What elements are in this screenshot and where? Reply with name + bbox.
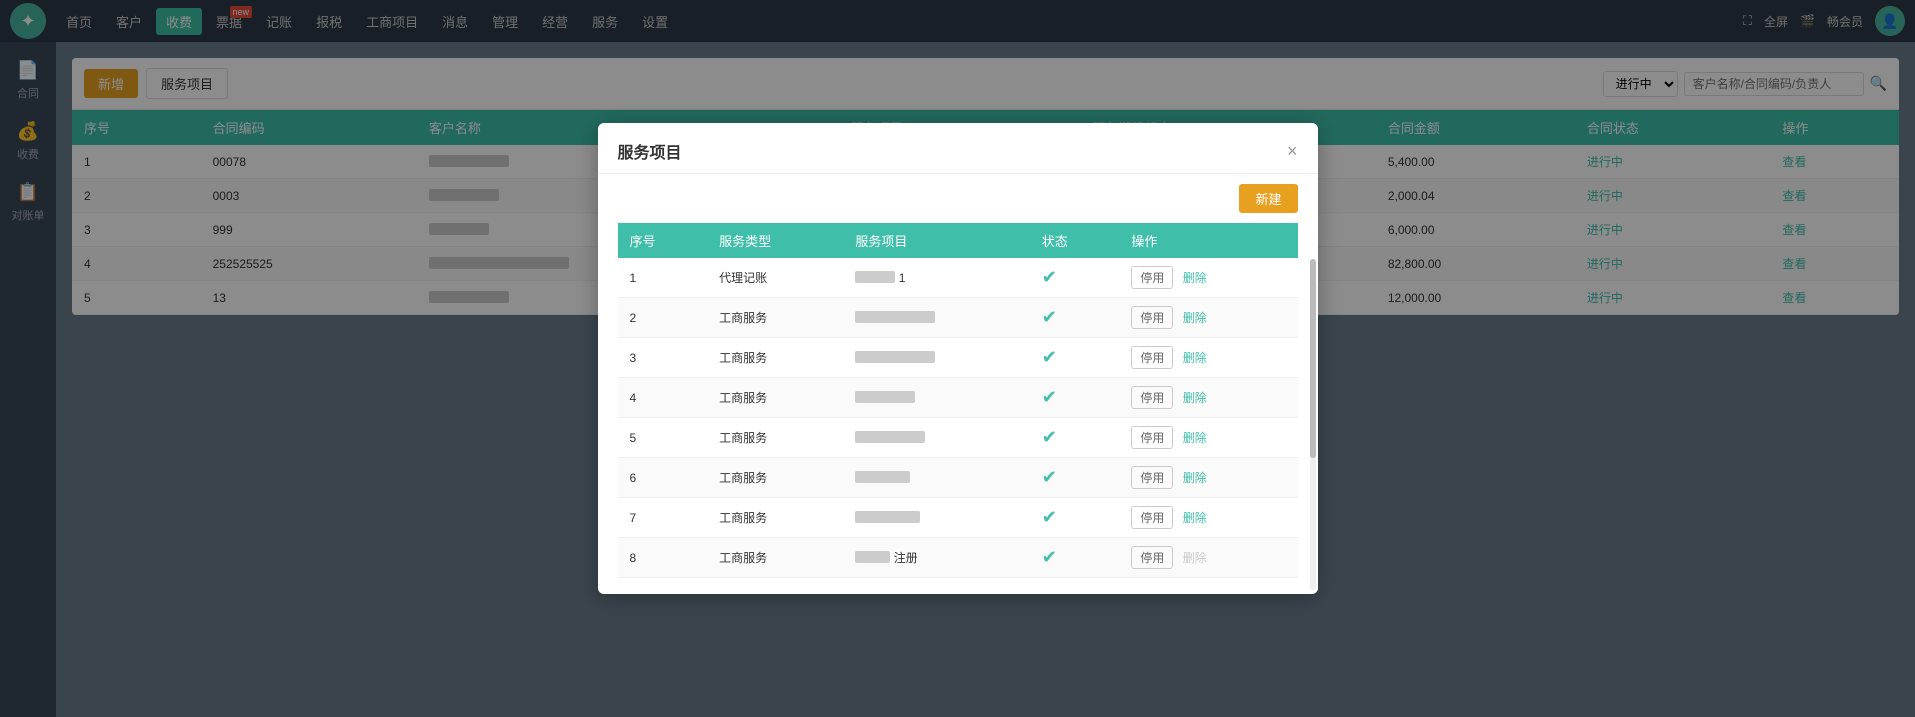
modal-cell-seq: 7 xyxy=(618,498,708,538)
modal-cell-type: 工商服务 xyxy=(707,298,843,338)
modal-cell-type: 工商服务 xyxy=(707,538,843,578)
modal-col-item: 服务项目 xyxy=(843,223,1029,258)
stop-button[interactable]: 停用 xyxy=(1131,266,1173,289)
service-items-modal: 服务项目 × 新建 序号 服务类型 服务项目 状态 xyxy=(598,123,1318,594)
modal-cell-status: ✔ xyxy=(1030,458,1120,498)
modal-col-action: 操作 xyxy=(1119,223,1297,258)
modal-cell-type: 工商服务 xyxy=(707,418,843,458)
modal-cell-action: 停用 删除 xyxy=(1119,458,1297,498)
modal-cell-seq: 2 xyxy=(618,298,708,338)
delete-button[interactable]: 删除 xyxy=(1183,349,1207,366)
modal-table-row: 6 工商服务 ✔ 停用 删除 xyxy=(618,458,1298,498)
modal-cell-item xyxy=(843,418,1029,458)
modal-cell-action: 停用 删除 xyxy=(1119,338,1297,378)
modal-overlay[interactable]: 服务项目 × 新建 序号 服务类型 服务项目 状态 xyxy=(56,42,1915,717)
modal-cell-seq: 1 xyxy=(618,258,708,298)
modal-cell-type: 工商服务 xyxy=(707,458,843,498)
main-layout: 📄 合同 💰 收费 📋 对账单 新增 服务项目 进行中 已完成 已终止 xyxy=(0,42,1915,717)
modal-cell-status: ✔ xyxy=(1030,418,1120,458)
modal-cell-item xyxy=(843,458,1029,498)
modal-col-type: 服务类型 xyxy=(707,223,843,258)
delete-button[interactable]: 删除 xyxy=(1183,469,1207,486)
modal-cell-item xyxy=(843,298,1029,338)
modal-cell-type: 代理记账 xyxy=(707,258,843,298)
stop-button[interactable]: 停用 xyxy=(1131,426,1173,449)
delete-button[interactable]: 删除 xyxy=(1183,269,1207,286)
modal-cell-item: 注册 xyxy=(843,538,1029,578)
modal-cell-seq: 4 xyxy=(618,378,708,418)
modal-table-row: 3 工商服务 ✔ 停用 删除 xyxy=(618,338,1298,378)
modal-close-button[interactable]: × xyxy=(1287,142,1298,160)
modal-cell-item xyxy=(843,498,1029,538)
modal-cell-action: 停用 删除 xyxy=(1119,498,1297,538)
modal-cell-item: 1 xyxy=(843,258,1029,298)
stop-button[interactable]: 停用 xyxy=(1131,506,1173,529)
modal-cell-status: ✔ xyxy=(1030,338,1120,378)
modal-cell-status: ✔ xyxy=(1030,498,1120,538)
modal-cell-action: 停用 删除 xyxy=(1119,378,1297,418)
modal-cell-seq: 5 xyxy=(618,418,708,458)
modal-cell-seq: 6 xyxy=(618,458,708,498)
modal-table-row: 2 工商服务 ✔ 停用 删除 xyxy=(618,298,1298,338)
modal-col-seq: 序号 xyxy=(618,223,708,258)
modal-table-row: 4 工商服务 ✔ 停用 删除 xyxy=(618,378,1298,418)
modal-table-row: 1 代理记账 1 ✔ 停用 删除 xyxy=(618,258,1298,298)
content-area: 新增 服务项目 进行中 已完成 已终止 🔍 序号 合同编 xyxy=(56,42,1915,717)
modal-cell-type: 工商服务 xyxy=(707,498,843,538)
modal-title: 服务项目 xyxy=(618,139,682,163)
modal-body: 序号 服务类型 服务项目 状态 操作 1 代理记账 xyxy=(598,223,1318,594)
modal-cell-status: ✔ xyxy=(1030,258,1120,298)
delete-button[interactable]: 删除 xyxy=(1183,309,1207,326)
modal-cell-action: 停用 删除 xyxy=(1119,258,1297,298)
modal-cell-action: 停用 删除 xyxy=(1119,418,1297,458)
modal-table-row: 7 工商服务 ✔ 停用 删除 xyxy=(618,498,1298,538)
modal-cell-item xyxy=(843,378,1029,418)
delete-button[interactable]: 删除 xyxy=(1183,389,1207,406)
modal-new-button[interactable]: 新建 xyxy=(1239,184,1297,213)
modal-cell-action: 停用 删除 xyxy=(1119,538,1297,578)
modal-cell-seq: 3 xyxy=(618,338,708,378)
stop-button[interactable]: 停用 xyxy=(1131,386,1173,409)
modal-cell-action: 停用 删除 xyxy=(1119,298,1297,338)
stop-button[interactable]: 停用 xyxy=(1131,466,1173,489)
delete-button[interactable]: 删除 xyxy=(1183,429,1207,446)
stop-button[interactable]: 停用 xyxy=(1131,546,1173,569)
delete-button[interactable]: 删除 xyxy=(1183,509,1207,526)
modal-table-row: 5 工商服务 ✔ 停用 删除 xyxy=(618,418,1298,458)
modal-col-status: 状态 xyxy=(1030,223,1120,258)
stop-button[interactable]: 停用 xyxy=(1131,306,1173,329)
modal-cell-status: ✔ xyxy=(1030,538,1120,578)
modal-cell-item xyxy=(843,338,1029,378)
service-items-table: 序号 服务类型 服务项目 状态 操作 1 代理记账 xyxy=(618,223,1298,578)
stop-button[interactable]: 停用 xyxy=(1131,346,1173,369)
modal-cell-seq: 8 xyxy=(618,538,708,578)
modal-cell-type: 工商服务 xyxy=(707,378,843,418)
delete-button[interactable]: 删除 xyxy=(1183,549,1207,566)
modal-toolbar: 新建 xyxy=(598,174,1318,223)
modal-cell-status: ✔ xyxy=(1030,298,1120,338)
scrollbar-thumb[interactable] xyxy=(1310,259,1316,458)
modal-header: 服务项目 × xyxy=(598,123,1318,174)
modal-table-row: 8 工商服务 注册 ✔ 停用 删除 xyxy=(618,538,1298,578)
modal-cell-status: ✔ xyxy=(1030,378,1120,418)
modal-cell-type: 工商服务 xyxy=(707,338,843,378)
scrollbar-track[interactable] xyxy=(1310,259,1316,590)
